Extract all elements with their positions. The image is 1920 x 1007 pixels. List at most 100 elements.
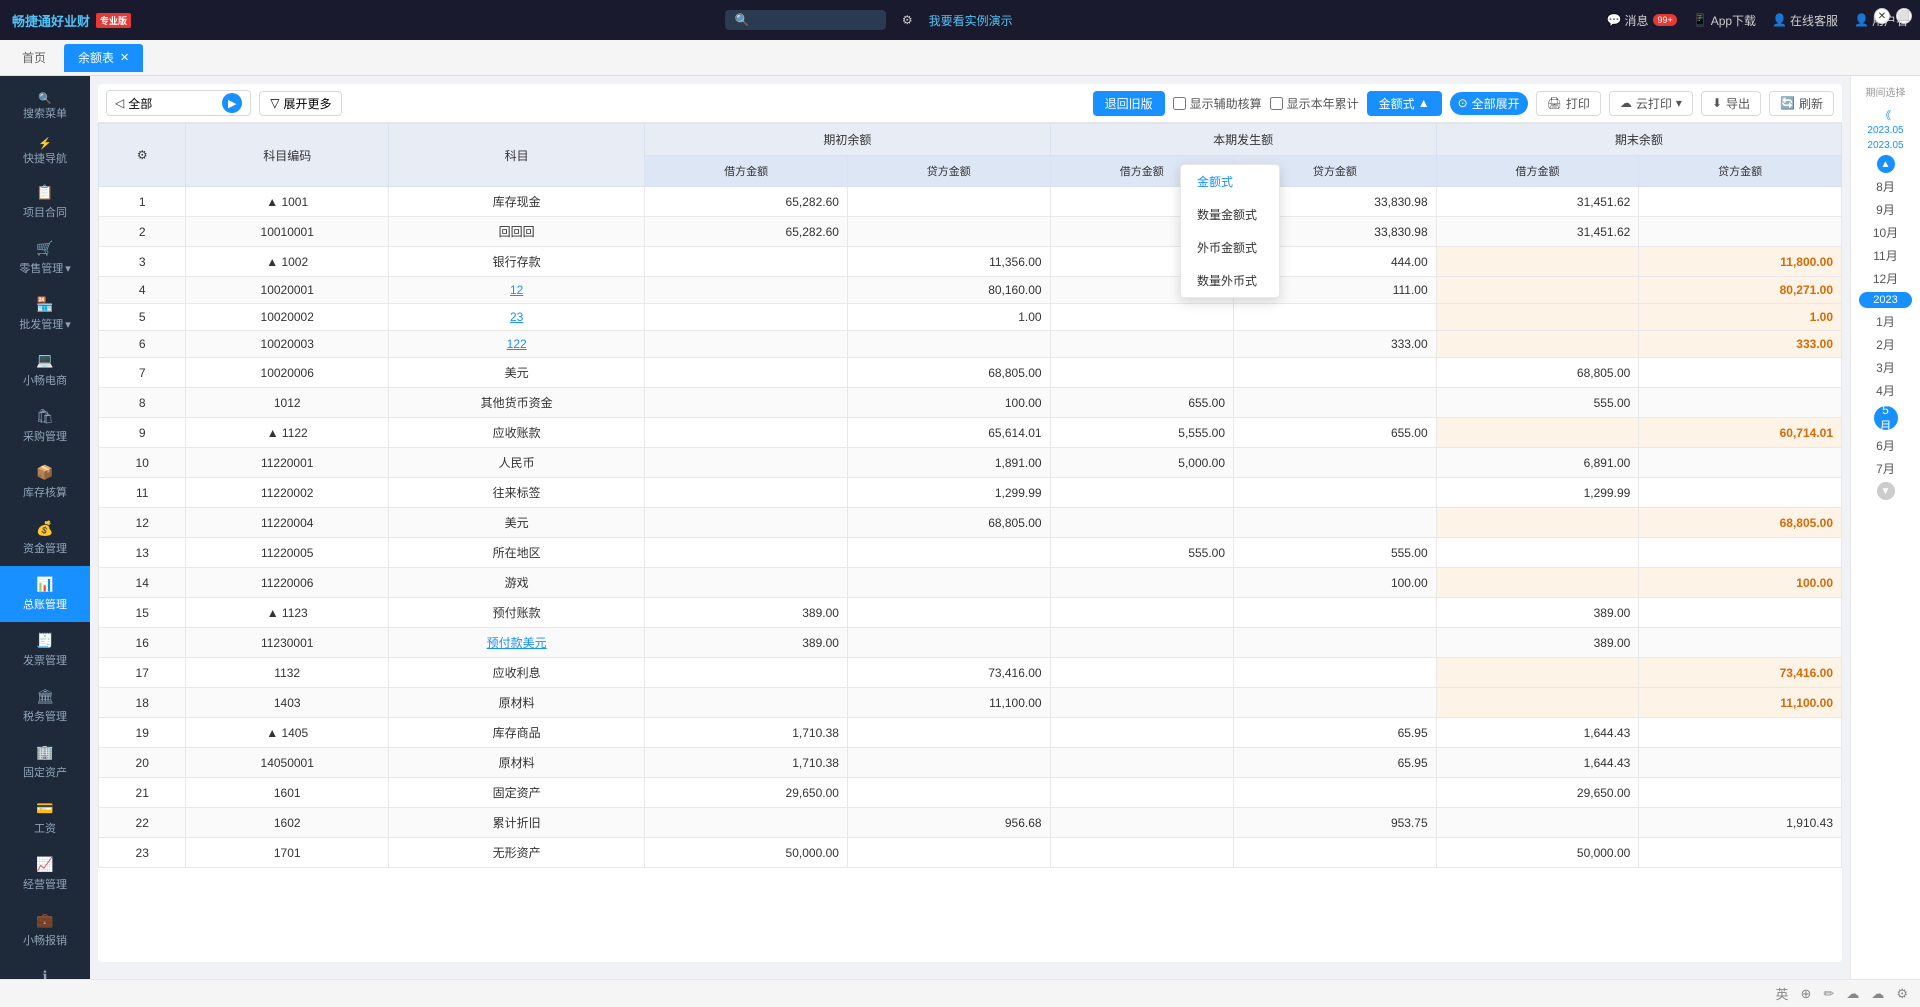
assist-check-input[interactable] [1173,97,1186,110]
row-name[interactable]: 12 [389,277,645,304]
row-num: 21 [99,778,186,808]
row-name[interactable]: 122 [389,331,645,358]
year-2023-05-first[interactable]: 2023.05 [1855,125,1916,136]
sidebar-item-funds[interactable]: 💰 资金管理 [0,510,90,566]
purchase-icon: 🛍 [36,408,54,425]
window-close-btn[interactable]: ✕ [1874,8,1890,24]
row-ob-debit [645,688,848,718]
sidebar-item-ecommerce[interactable]: 💻 小畅电商 [0,342,90,398]
app-edition: 专业版 [96,13,131,28]
search-go-button[interactable]: ▶ [222,93,242,113]
sidebar-item-basic-info[interactable]: ℹ 基础信息 [0,958,90,979]
expand-all-button[interactable]: ⊙ 全部展开 [1450,92,1528,115]
show-ytd-checkbox[interactable]: 显示本年累计 [1270,95,1359,112]
show-assist-checkbox[interactable]: 显示辅助核算 [1173,95,1262,112]
month-item[interactable]: 9月 [1855,198,1916,221]
nav-down-btn[interactable]: ▼ [1855,482,1916,500]
sidebar-item-purchase[interactable]: 🛍 采购管理 [0,398,90,454]
month-item[interactable]: 4月 [1855,379,1916,402]
top-search-input[interactable] [756,13,876,27]
ytd-check-input[interactable] [1270,97,1283,110]
search-box[interactable]: ◁ ▶ [106,90,251,116]
amount-style-dropdown: 金额式 数量金额式 外币金额式 数量外币式 [1180,164,1280,298]
online-service-btn[interactable]: 👤 在线客服 [1772,12,1838,29]
row-name[interactable]: 预付款美元 [389,628,645,658]
month-item[interactable]: 7月 [1855,457,1916,480]
month-item[interactable]: 10月 [1855,221,1916,244]
sidebar-item-payroll[interactable]: 💳 工资 [0,790,90,846]
sidebar-item-inventory[interactable]: 📦 库存核算 [0,454,90,510]
right-panel-collapse-btn[interactable]: 《 [1855,107,1916,123]
month-item[interactable]: 12月 [1855,267,1916,290]
row-ob-debit [645,304,848,331]
expense-icon: 💼 [36,912,53,929]
status-settings-icon[interactable]: ⚙ [1896,986,1908,1002]
export-button[interactable]: ⬇ 导出 [1701,91,1761,116]
return-old-version-button[interactable]: 退回旧版 [1093,91,1165,116]
dropdown-item-qty-foreign[interactable]: 数量外币式 [1181,264,1279,297]
top-right: 💬 消息 99+ 📱 App下载 👤 在线客服 👤 用户名 [1606,12,1908,29]
cloud-print-button[interactable]: ☁ 云打印 ▾ [1609,91,1693,116]
table-row: 211601固定资产29,650.0029,650.00 [99,778,1842,808]
tab-close-icon[interactable]: ✕ [120,51,129,64]
tab-balance-sheet[interactable]: 余额表 ✕ [64,44,143,72]
month-item[interactable]: 2月 [1855,333,1916,356]
nav-up-btn[interactable]: ▲ [1855,155,1916,173]
sidebar-quick-nav[interactable]: ⚡快捷导航 [23,129,67,174]
status-edit-icon[interactable]: ✏ [1823,986,1834,1002]
status-add-icon[interactable]: ⊕ [1801,986,1812,1002]
sidebar-item-expense[interactable]: 💼 小畅报销 [0,902,90,958]
inventory-icon: 📦 [36,464,53,481]
row-cb-credit [1639,358,1842,388]
sidebar-item-invoice[interactable]: 🧾 发票管理 [0,622,90,678]
dropdown-item-qty-amount[interactable]: 数量金额式 [1181,198,1279,231]
month-item[interactable]: 5月 [1855,402,1916,434]
refresh-button[interactable]: 🔄 刷新 [1769,91,1834,116]
tab-home[interactable]: 首页 [8,44,60,72]
row-ob-debit [645,277,848,304]
row-cb-credit [1639,718,1842,748]
sidebar-item-operations[interactable]: 📈 经营管理 [0,846,90,902]
sidebar-item-tax[interactable]: 🏛 税务管理 [0,678,90,734]
month-item[interactable]: 1月 [1855,310,1916,333]
sidebar-item-project[interactable]: 📋 项目合同 [0,174,90,230]
sidebar-item-fixed-assets[interactable]: 🏢 固定资产 [0,734,90,790]
year-2023-05-second[interactable]: 2023.05 [1855,140,1916,151]
settings-icon[interactable]: ⚙ [902,13,913,27]
dropdown-item-amount[interactable]: 金额式 [1181,165,1279,198]
sidebar-item-retail[interactable]: 🛒 零售管理 ▾ [0,230,90,286]
print-button[interactable]: 🖨 打印 [1536,91,1601,116]
row-ob-credit: 68,805.00 [847,508,1050,538]
messages-btn[interactable]: 💬 消息 99+ [1606,12,1676,29]
window-controls: ✕ ⬜ [1874,8,1912,24]
dropdown-item-foreign-amount[interactable]: 外币金额式 [1181,231,1279,264]
row-cb-credit: 73,416.00 [1639,658,1842,688]
row-ob-credit: 73,416.00 [847,658,1050,688]
amount-style-button[interactable]: 金额式 ▲ [1367,91,1442,116]
month-item[interactable]: 11月 [1855,244,1916,267]
status-cloud-icon2[interactable]: ☁ [1871,986,1884,1002]
demo-link[interactable]: 我要看实例演示 [929,12,1013,29]
row-name[interactable]: 23 [389,304,645,331]
sidebar-search[interactable]: 🔍搜索菜单 [23,84,67,129]
row-ob-credit [847,187,1050,217]
status-lang-icon[interactable]: 英 [1776,984,1789,1003]
row-cp-debit [1050,508,1233,538]
col-settings[interactable]: ⚙ [99,124,186,187]
app-download-btn[interactable]: 📱 App下载 [1693,12,1756,29]
row-cb-credit [1639,778,1842,808]
sidebar-item-wholesale[interactable]: 🏪 批发管理 ▾ [0,286,90,342]
month-item[interactable]: 2023 [1859,292,1912,308]
month-item[interactable]: 6月 [1855,434,1916,457]
search-input[interactable] [128,96,218,110]
row-cb-debit: 389.00 [1436,598,1639,628]
status-cloud-icon1[interactable]: ☁ [1846,986,1859,1002]
sidebar-item-ledger[interactable]: 📊 总账管理 [0,566,90,622]
expand-more-button[interactable]: ▽ 展开更多 [259,91,342,116]
content-area: ◁ ▶ ▽ 展开更多 退回旧版 显示辅助核算 显示本年累计 [90,76,1850,979]
month-item[interactable]: 3月 [1855,356,1916,379]
month-item[interactable]: 8月 [1855,175,1916,198]
top-search-bar[interactable]: 🔍 [725,10,886,30]
wholesale-icon: 🏪 [36,296,53,313]
window-expand-btn[interactable]: ⬜ [1896,8,1912,24]
